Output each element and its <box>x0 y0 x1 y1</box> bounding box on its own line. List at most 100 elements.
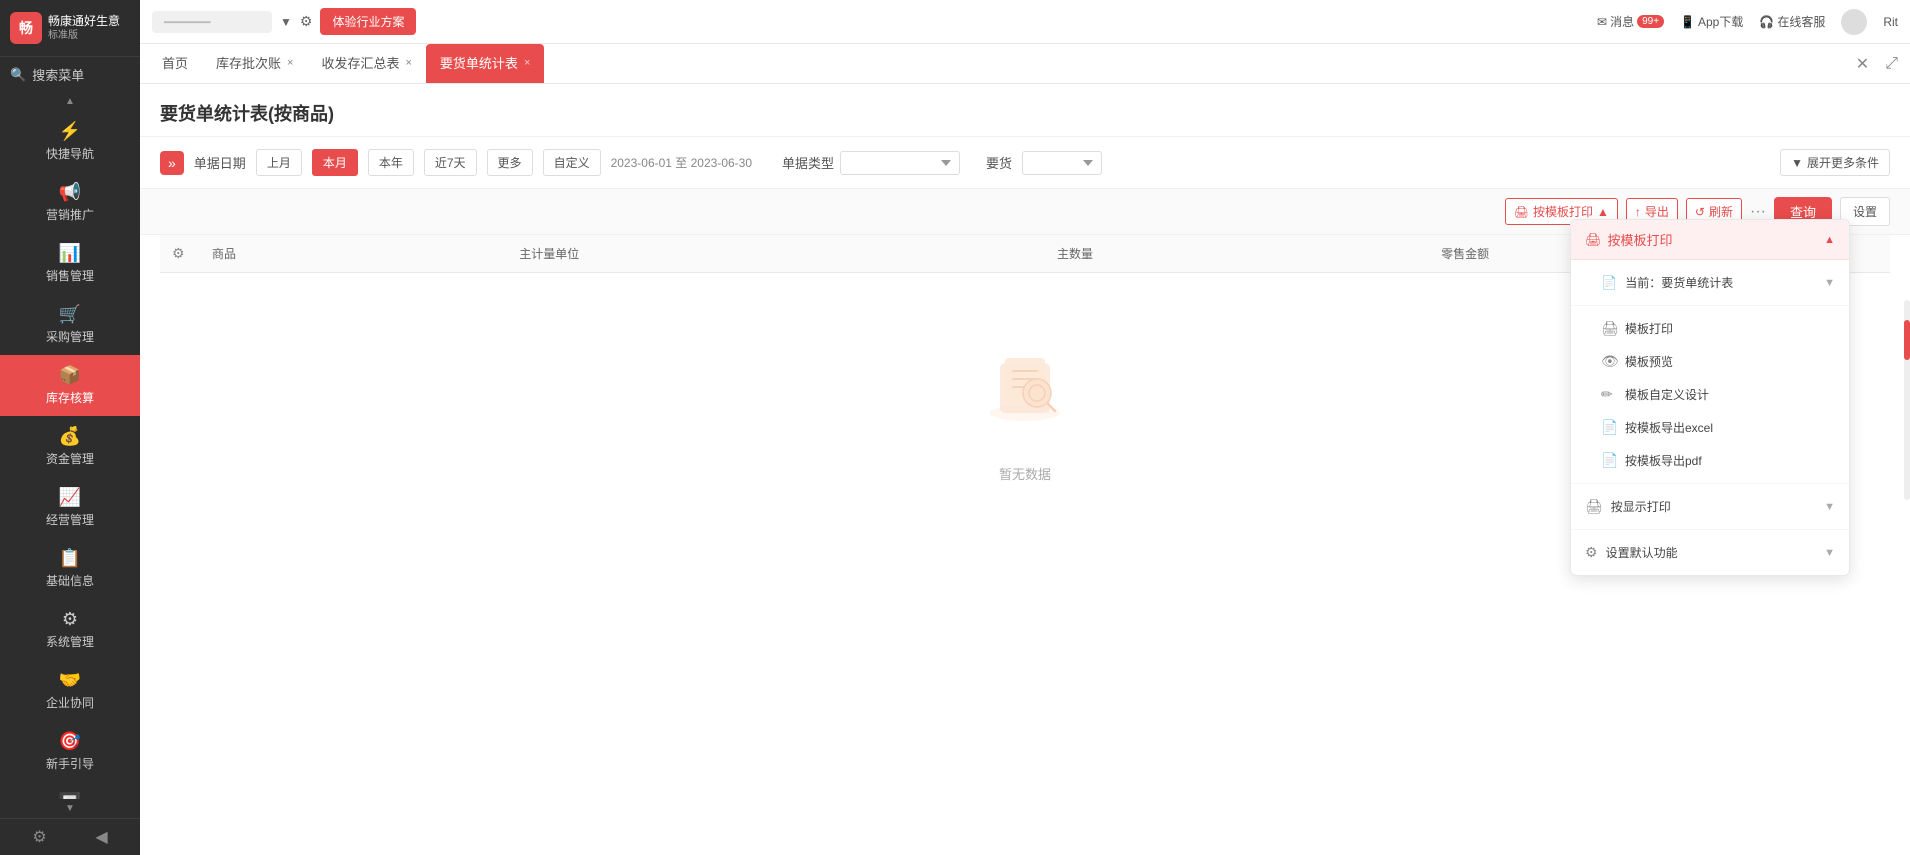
dropdown-template-preview[interactable]: 👁 模板预览 <box>1571 345 1849 378</box>
sidebar-scroll-up[interactable]: ▲ <box>0 92 140 111</box>
topbar-gear-icon[interactable]: ⚙ <box>300 13 313 30</box>
current-icon: 📄 <box>1601 275 1617 291</box>
sidebar-logo: 畅 畅康通好生意 标准版 <box>0 0 140 57</box>
table-setting-icon[interactable]: ⚙ <box>172 245 185 261</box>
template-print-icon: 🖨 <box>1601 320 1617 337</box>
message-icon: ✉ <box>1597 15 1607 29</box>
main-area: ━━━━━━━ ▼ ⚙ 体验行业方案 ✉ 消息 99+ 📱 App下载 🎧 在线… <box>140 0 1910 855</box>
experience-btn[interactable]: 体验行业方案 <box>320 8 416 35</box>
app-download-btn[interactable]: 📱 App下载 <box>1680 13 1743 30</box>
tab-close-all-btn[interactable]: ✕ <box>1852 54 1873 74</box>
dropdown-default-func[interactable]: ⚙ 设置默认功能 ▼ <box>1571 536 1849 569</box>
sidebar-item-system[interactable]: ⚙ 系统管理 <box>0 599 140 660</box>
search-icon: 🔍 <box>10 67 26 83</box>
finance-icon: 💰 <box>59 426 81 447</box>
username-label[interactable]: Rit <box>1883 15 1898 29</box>
date-btn-this-month[interactable]: 本月 <box>312 149 358 176</box>
sidebar-item-guide[interactable]: 🎯 新手引导 <box>0 721 140 782</box>
sidebar-item-apps[interactable]: 🔲 应用中心 <box>0 782 140 799</box>
sidebar-item-inventory[interactable]: 📦 库存核算 <box>0 355 140 416</box>
date-btn-this-year[interactable]: 本年 <box>368 149 414 176</box>
export-icon: ↑ <box>1635 205 1641 219</box>
user-avatar[interactable] <box>1841 9 1867 35</box>
collapse-sidebar-btn[interactable]: ◀ <box>95 827 107 847</box>
refresh-icon: ↺ <box>1695 205 1705 219</box>
expand-more-btn[interactable]: ▼ 展开更多条件 <box>1780 149 1890 176</box>
message-btn[interactable]: ✉ 消息 99+ <box>1597 13 1664 30</box>
dropdown-template-custom[interactable]: ✏ 模板自定义设计 <box>1571 378 1849 411</box>
empty-icon <box>975 333 1075 452</box>
content-area: 要货单统计表(按商品) » 单据日期 上月 本月 本年 近7天 更多 自定义 2… <box>140 84 1910 855</box>
topbar-search-box: ━━━━━━━ <box>152 11 272 33</box>
sidebar-item-finance[interactable]: 💰 资金管理 <box>0 416 140 477</box>
date-filter-label: 单据日期 <box>194 153 246 172</box>
date-btn-custom[interactable]: 自定义 <box>543 149 601 176</box>
tab-receive-summary[interactable]: 收发存汇总表 × <box>307 44 425 83</box>
sidebar-item-operations[interactable]: 📈 经营管理 <box>0 477 140 538</box>
dropdown-current-template[interactable]: 📄 当前：要货单统计表 ▼ <box>1571 266 1849 299</box>
tab-home[interactable]: 首页 <box>148 44 202 83</box>
guide-icon: 🎯 <box>59 731 81 752</box>
topbar-dropdown-arrow[interactable]: ▼ <box>280 15 292 29</box>
tabbar-right: ✕ ⤢ <box>1852 44 1902 83</box>
dropdown-display-print[interactable]: 🖨 按显示打印 ▼ <box>1571 490 1849 523</box>
tabbar: 首页 库存批次账 × 收发存汇总表 × 要货单统计表 × ✕ ⤢ <box>140 44 1910 84</box>
app-logo-icon: 畅 <box>10 12 42 44</box>
online-service-btn[interactable]: 🎧 在线客服 <box>1759 13 1825 30</box>
print-dropdown-chevron: ▲ <box>1824 234 1835 246</box>
print-chevron-icon: ▲ <box>1597 205 1609 219</box>
template-pdf-icon: 📄 <box>1601 452 1617 469</box>
tab-order-stats[interactable]: 要货单统计表 × <box>426 44 544 83</box>
print-dropdown-header-icon: 🖨 <box>1585 232 1602 248</box>
expand-more-icon: ▼ <box>1791 156 1803 170</box>
sidebar-item-sales[interactable]: 📊 销售管理 <box>0 233 140 294</box>
tab-batch-account-close[interactable]: × <box>287 57 293 69</box>
topbar-right: ✉ 消息 99+ 📱 App下载 🎧 在线客服 Rit <box>1597 9 1898 35</box>
order-filter-select[interactable] <box>1022 151 1102 175</box>
sidebar-item-basic[interactable]: 📋 基础信息 <box>0 538 140 599</box>
date-btn-more[interactable]: 更多 <box>487 149 533 176</box>
col-product: 商品 <box>200 235 507 273</box>
inventory-icon: 📦 <box>59 365 81 386</box>
default-func-icon: ⚙ <box>1585 544 1598 561</box>
date-btn-7days[interactable]: 近7天 <box>424 149 477 176</box>
right-scrollbar-thumb <box>1904 320 1910 360</box>
filter-expand-btn[interactable]: » <box>160 151 184 175</box>
sidebar-item-collab[interactable]: 🤝 企业协同 <box>0 660 140 721</box>
tab-order-stats-close[interactable]: × <box>524 57 530 69</box>
topbar: ━━━━━━━ ▼ ⚙ 体验行业方案 ✉ 消息 99+ 📱 App下载 🎧 在线… <box>140 0 1910 44</box>
sidebar-item-quick-nav[interactable]: ⚡ 快捷导航 <box>0 111 140 172</box>
print-icon: 🖨 <box>1514 205 1529 219</box>
sidebar-item-purchase[interactable]: 🛒 采购管理 <box>0 294 140 355</box>
print-dropdown-header[interactable]: 🖨 按模板打印 ▲ <box>1571 220 1849 260</box>
type-filter-wrap: 单据类型 <box>782 151 960 175</box>
default-func-chevron: ▼ <box>1824 547 1835 559</box>
col-quantity: 主数量 <box>1045 235 1429 273</box>
basic-icon: 📋 <box>59 548 81 569</box>
sidebar-search[interactable]: 🔍 搜索菜单 <box>0 57 140 92</box>
dropdown-section-current: 📄 当前：要货单统计表 ▼ <box>1571 260 1849 306</box>
dropdown-template-print[interactable]: 🖨 模板打印 <box>1571 312 1849 345</box>
tab-receive-summary-close[interactable]: × <box>405 57 411 69</box>
tab-batch-account[interactable]: 库存批次账 × <box>202 44 307 83</box>
tab-expand-btn[interactable]: ⤢ <box>1881 55 1902 73</box>
dropdown-template-pdf[interactable]: 📄 按模板导出pdf <box>1571 444 1849 477</box>
service-icon: 🎧 <box>1759 15 1774 29</box>
sidebar-scroll-down[interactable]: ▼ <box>0 799 140 818</box>
display-print-icon: 🖨 <box>1585 498 1603 515</box>
date-range-display: 2023-06-01 至 2023-06-30 <box>611 154 752 171</box>
tab-home-label: 首页 <box>162 53 188 72</box>
dropdown-template-excel[interactable]: 📄 按模板导出excel <box>1571 411 1849 444</box>
template-custom-icon: ✏ <box>1601 386 1617 403</box>
system-icon: ⚙ <box>62 609 78 630</box>
sidebar: 畅 畅康通好生意 标准版 🔍 搜索菜单 ▲ ⚡ 快捷导航 📢 营销推广 📊 销售… <box>0 0 140 855</box>
settings-bottom-btn[interactable]: ⚙ <box>32 827 46 847</box>
date-btn-last-month[interactable]: 上月 <box>256 149 302 176</box>
toolbar-dots[interactable]: ··· <box>1750 203 1766 221</box>
type-filter-select[interactable] <box>840 151 960 175</box>
filter-bar: » 单据日期 上月 本月 本年 近7天 更多 自定义 2023-06-01 至 … <box>140 137 1910 189</box>
type-filter-label: 单据类型 <box>782 153 834 172</box>
sidebar-item-marketing[interactable]: 📢 营销推广 <box>0 172 140 233</box>
app-name: 畅康通好生意 标准版 <box>48 13 120 44</box>
dropdown-section-items: 🖨 模板打印 👁 模板预览 ✏ 模板自定义设计 📄 按模板导出excel 📄 <box>1571 306 1849 484</box>
